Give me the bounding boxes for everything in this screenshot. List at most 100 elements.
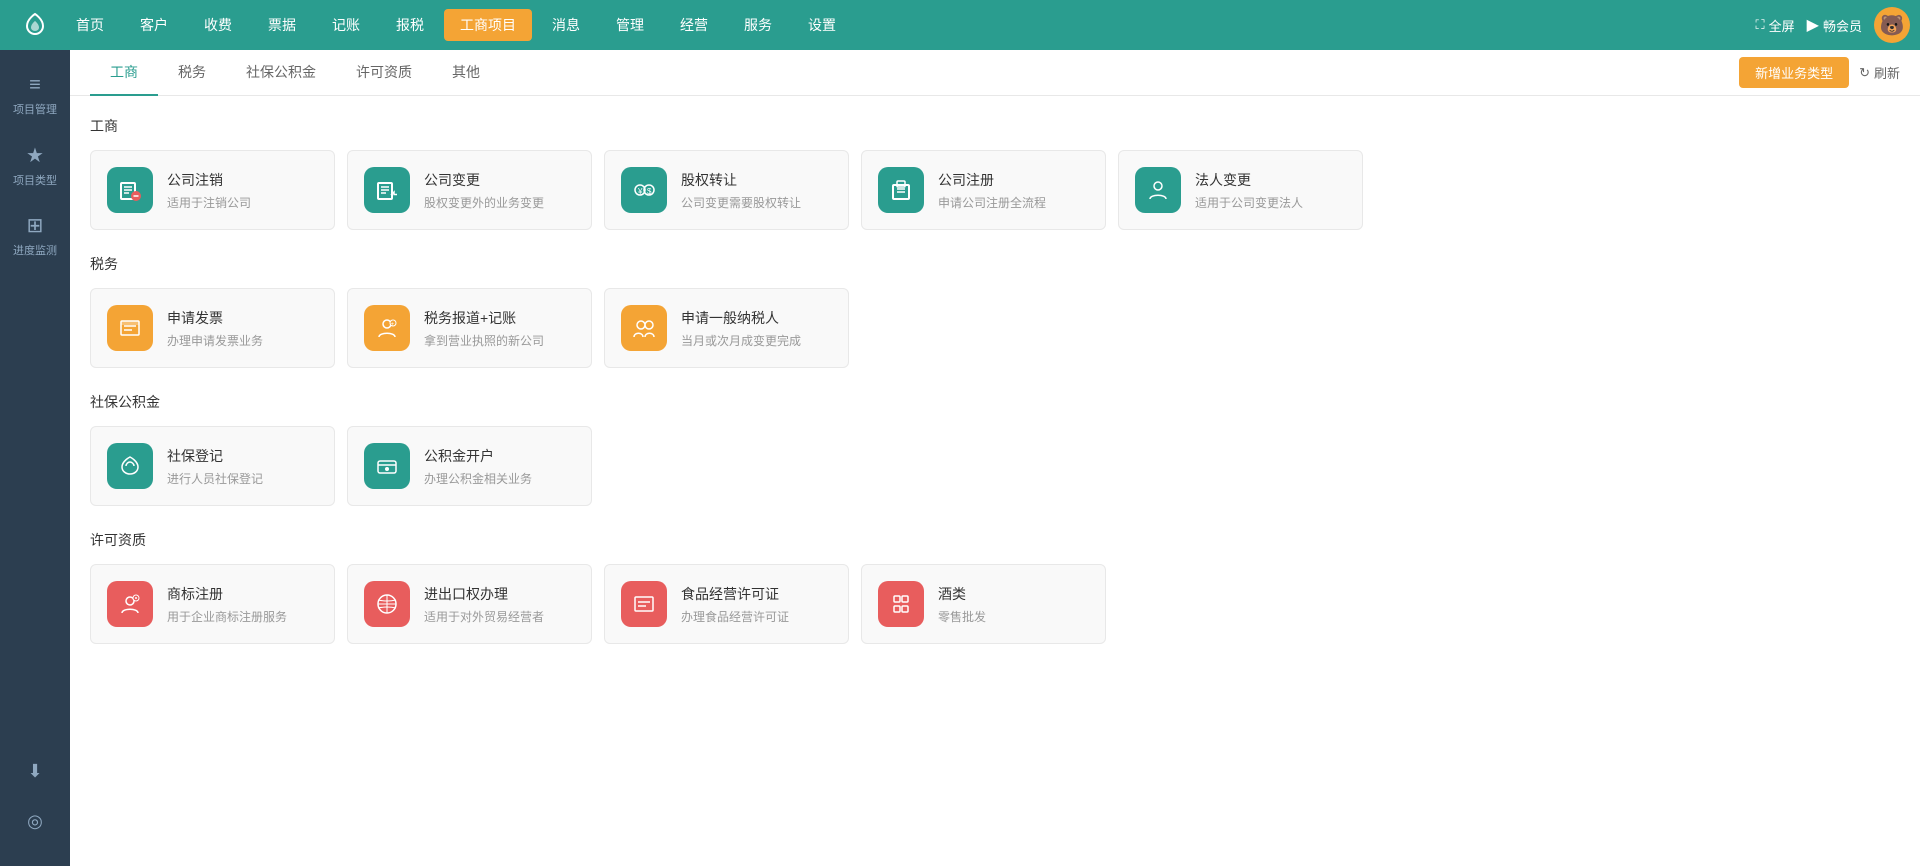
section-shuiwu: 税务 申请发票 办理申请发票 bbox=[90, 254, 1900, 368]
card-icon-legal-change bbox=[1135, 167, 1181, 213]
card-title-apply-invoice: 申请发票 bbox=[167, 308, 263, 328]
sidebar-item-project-manage[interactable]: ≡ 项目管理 bbox=[0, 60, 70, 130]
section-title-xuke: 许可资质 bbox=[90, 530, 1900, 550]
card-title-tax-account: 税务报道+记账 bbox=[424, 308, 544, 328]
card-liquor[interactable]: 酒类 零售批发 bbox=[861, 564, 1106, 644]
tab-shuiwu[interactable]: 税务 bbox=[158, 50, 226, 96]
card-icon-liquor bbox=[878, 581, 924, 627]
card-desc-liquor: 零售批发 bbox=[938, 608, 986, 625]
card-company-register[interactable]: 公司注册 申请公司注册全流程 bbox=[861, 150, 1106, 230]
tab-gongshang[interactable]: 工商 bbox=[90, 50, 158, 96]
section-gongshang: 工商 bbox=[90, 116, 1900, 230]
card-desc-company-change: 股权变更外的业务变更 bbox=[424, 194, 544, 211]
progress-monitor-icon: ⊞ bbox=[27, 213, 44, 238]
card-title-equity-transfer: 股权转让 bbox=[681, 170, 801, 190]
card-food-license[interactable]: 食品经营许可证 办理食品经营许可证 bbox=[604, 564, 849, 644]
tab-other[interactable]: 其他 bbox=[432, 50, 500, 96]
new-type-button[interactable]: 新增业务类型 bbox=[1739, 57, 1849, 88]
card-legal-change[interactable]: 法人变更 适用于公司变更法人 bbox=[1118, 150, 1363, 230]
tab-xuke[interactable]: 许可资质 bbox=[336, 50, 432, 96]
nav-operation[interactable]: 经营 bbox=[664, 9, 724, 41]
card-icon-apply-invoice bbox=[107, 305, 153, 351]
card-title-provident-fund: 公积金开户 bbox=[424, 446, 532, 466]
nav-account[interactable]: 记账 bbox=[316, 9, 376, 41]
left-sidebar: ≡ 项目管理 ★ 项目类型 ⊞ 进度监测 ⬇ ◎ bbox=[0, 50, 70, 866]
nav-tax[interactable]: 报税 bbox=[380, 9, 440, 41]
svg-text:+: + bbox=[391, 322, 395, 328]
card-icon-import-export bbox=[364, 581, 410, 627]
card-icon-social-insurance bbox=[107, 443, 153, 489]
card-icon-general-taxpayer bbox=[621, 305, 667, 351]
card-desc-legal-change: 适用于公司变更法人 bbox=[1195, 194, 1303, 211]
card-icon-provident-fund bbox=[364, 443, 410, 489]
svg-text:¥: ¥ bbox=[637, 187, 643, 196]
card-title-trademark: 商标注册 bbox=[167, 584, 287, 604]
card-company-cancel[interactable]: 公司注销 适用于注销公司 bbox=[90, 150, 335, 230]
card-title-food-license: 食品经营许可证 bbox=[681, 584, 789, 604]
card-title-liquor: 酒类 bbox=[938, 584, 986, 604]
card-desc-food-license: 办理食品经营许可证 bbox=[681, 608, 789, 625]
card-icon-company-cancel bbox=[107, 167, 153, 213]
card-icon-trademark bbox=[107, 581, 153, 627]
card-provident-fund[interactable]: 公积金开户 办理公积金相关业务 bbox=[347, 426, 592, 506]
tab-shebao[interactable]: 社保公积金 bbox=[226, 50, 336, 96]
card-title-company-register: 公司注册 bbox=[938, 170, 1046, 190]
sidebar-item-project-type[interactable]: ★ 项目类型 bbox=[0, 130, 70, 200]
nav-settings[interactable]: 设置 bbox=[792, 9, 852, 41]
card-icon-tax-account: + bbox=[364, 305, 410, 351]
nav-message[interactable]: 消息 bbox=[536, 9, 596, 41]
content-area: 工商 税务 社保公积金 许可资质 其他 新增业务类型 ↻ 刷新 工商 bbox=[70, 50, 1920, 866]
card-desc-trademark: 用于企业商标注册服务 bbox=[167, 608, 287, 625]
project-manage-icon: ≡ bbox=[29, 74, 41, 97]
project-type-icon: ★ bbox=[26, 143, 44, 168]
card-desc-company-cancel: 适用于注销公司 bbox=[167, 194, 251, 211]
tab-bar: 工商 税务 社保公积金 许可资质 其他 新增业务类型 ↻ 刷新 bbox=[70, 50, 1920, 96]
nav-fee[interactable]: 收费 bbox=[188, 9, 248, 41]
card-desc-import-export: 适用于对外贸易经营者 bbox=[424, 608, 544, 625]
main-layout: ≡ 项目管理 ★ 项目类型 ⊞ 进度监测 ⬇ ◎ 工商 税务 社保公积金 许可资… bbox=[0, 50, 1920, 866]
card-tax-account[interactable]: + 税务报道+记账 拿到营业执照的新公司 bbox=[347, 288, 592, 368]
sidebar-settings-icon[interactable]: ◎ bbox=[0, 796, 70, 846]
vip-button[interactable]: ▶ 畅会员 bbox=[1807, 15, 1862, 35]
refresh-icon: ↻ bbox=[1859, 65, 1870, 81]
fullscreen-icon: ⛶ bbox=[1756, 17, 1765, 33]
cards-grid-xuke: 商标注册 用于企业商标注册服务 bbox=[90, 564, 1900, 644]
refresh-button[interactable]: ↻ 刷新 bbox=[1859, 63, 1900, 82]
card-icon-company-register bbox=[878, 167, 924, 213]
card-import-export[interactable]: 进出口权办理 适用于对外贸易经营者 bbox=[347, 564, 592, 644]
nav-service[interactable]: 服务 bbox=[728, 9, 788, 41]
top-nav-right: ⛶ 全屏 ▶ 畅会员 🐻 bbox=[1756, 7, 1910, 43]
card-apply-invoice[interactable]: 申请发票 办理申请发票业务 bbox=[90, 288, 335, 368]
avatar[interactable]: 🐻 bbox=[1874, 7, 1910, 43]
card-general-taxpayer[interactable]: 申请一般纳税人 当月或次月成变更完成 bbox=[604, 288, 849, 368]
scroll-content[interactable]: 工商 bbox=[70, 96, 1920, 866]
fullscreen-button[interactable]: ⛶ 全屏 bbox=[1756, 16, 1795, 35]
card-title-general-taxpayer: 申请一般纳税人 bbox=[681, 308, 801, 328]
card-desc-general-taxpayer: 当月或次月成变更完成 bbox=[681, 332, 801, 349]
card-desc-company-register: 申请公司注册全流程 bbox=[938, 194, 1046, 211]
sidebar-item-progress-monitor[interactable]: ⊞ 进度监测 bbox=[0, 200, 70, 270]
card-company-change[interactable]: 公司变更 股权变更外的业务变更 bbox=[347, 150, 592, 230]
card-desc-provident-fund: 办理公积金相关业务 bbox=[424, 470, 532, 487]
nav-client[interactable]: 客户 bbox=[124, 9, 184, 41]
sidebar-download-icon[interactable]: ⬇ bbox=[0, 746, 70, 796]
card-social-insurance[interactable]: 社保登记 进行人员社保登记 bbox=[90, 426, 335, 506]
section-title-shuiwu: 税务 bbox=[90, 254, 1900, 274]
card-desc-apply-invoice: 办理申请发票业务 bbox=[167, 332, 263, 349]
nav-manage[interactable]: 管理 bbox=[600, 9, 660, 41]
section-title-gongshang: 工商 bbox=[90, 116, 1900, 136]
cards-grid-gongshang: 公司注销 适用于注销公司 bbox=[90, 150, 1900, 230]
vip-icon: ▶ bbox=[1807, 15, 1819, 35]
card-trademark[interactable]: 商标注册 用于企业商标注册服务 bbox=[90, 564, 335, 644]
sidebar-bottom: ⬇ ◎ bbox=[0, 746, 70, 866]
section-xuke: 许可资质 商标注册 bbox=[90, 530, 1900, 644]
card-icon-equity-transfer: ¥ $ bbox=[621, 167, 667, 213]
card-equity-transfer[interactable]: ¥ $ 股权转让 公司变更需要股权转让 bbox=[604, 150, 849, 230]
nav-bill[interactable]: 票据 bbox=[252, 9, 312, 41]
svg-text:$: $ bbox=[647, 187, 652, 196]
logo bbox=[10, 0, 60, 50]
card-icon-company-change bbox=[364, 167, 410, 213]
card-title-social-insurance: 社保登记 bbox=[167, 446, 263, 466]
nav-home[interactable]: 首页 bbox=[60, 9, 120, 41]
nav-bizproject[interactable]: 工商项目 bbox=[444, 9, 532, 41]
